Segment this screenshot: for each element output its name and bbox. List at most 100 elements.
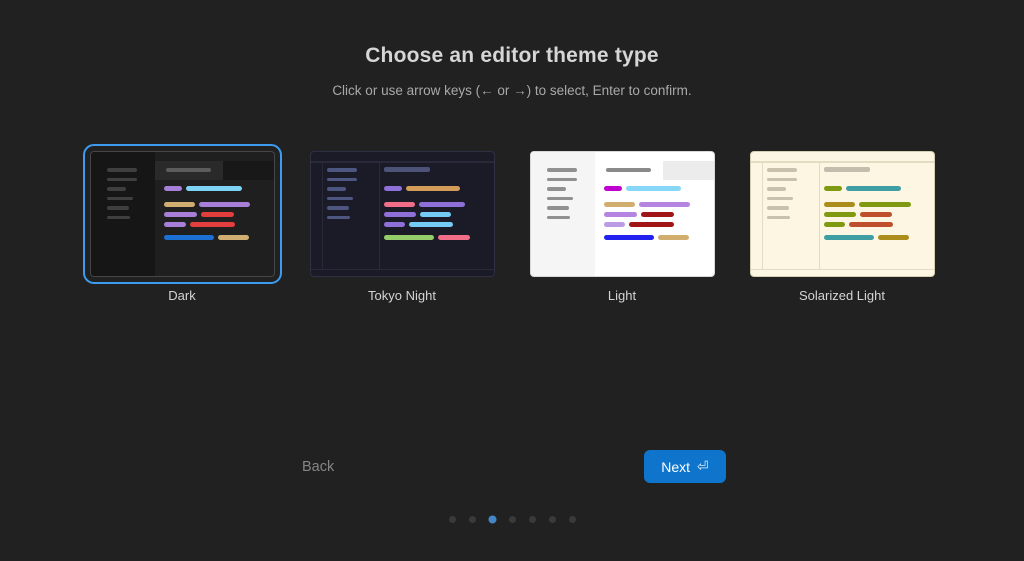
thumb-activitybar-divider <box>321 161 323 270</box>
thumb-sidebar-line <box>546 177 577 181</box>
thumb-code-line <box>603 212 637 217</box>
thumb-code-line <box>163 212 197 217</box>
thumb-code-line <box>626 185 681 191</box>
theme-thumbnail <box>89 151 275 277</box>
thumb-breadcrumb-line <box>823 167 870 172</box>
thumb-sidebar-line <box>106 196 133 200</box>
thumb-tab-line <box>165 167 211 172</box>
thumb-statusbar-divider <box>310 268 494 270</box>
theme-label: Solarized Light <box>799 288 885 303</box>
thumb-code-line <box>846 185 901 191</box>
thumb-sidebar-line <box>326 215 350 219</box>
pagination-dot-6[interactable] <box>548 516 556 523</box>
thumb-code-line <box>163 202 195 207</box>
instructions-text: Click or use arrow keys (← or →) to sele… <box>332 83 692 98</box>
thumb-sidebar-line <box>766 177 797 181</box>
thumb-statusbar-divider <box>750 268 934 270</box>
thumb-code-line <box>823 212 856 217</box>
thumb-sidebar-line <box>546 206 569 210</box>
theme-card-light[interactable]: Light <box>529 151 715 303</box>
thumb-code-line <box>199 202 250 207</box>
thumb-sidebar-line <box>546 215 570 219</box>
thumb-code-line <box>186 185 242 191</box>
pagination-dot-4[interactable] <box>508 516 516 523</box>
pagination-dot-5[interactable] <box>528 516 536 523</box>
thumb-code-line <box>629 222 674 227</box>
theme-card-tokyo-night[interactable]: Tokyo Night <box>309 151 495 303</box>
thumb-code-line <box>383 222 405 227</box>
thumb-code-line <box>641 212 674 217</box>
thumb-sidebar-line <box>106 206 129 210</box>
thumb-code-line <box>823 222 845 227</box>
pagination-dot-3[interactable] <box>487 515 497 524</box>
thumb-code-line <box>860 212 892 217</box>
back-button[interactable]: Back <box>298 459 338 475</box>
thumb-sidebar-line <box>766 215 790 219</box>
thumb-sidebar-line <box>546 168 577 172</box>
pagination-dot-1[interactable] <box>448 516 456 523</box>
thumb-activitybar-divider <box>761 161 763 270</box>
thumb-code-line <box>438 235 470 240</box>
thumb-sidebar-line <box>326 177 357 181</box>
thumb-code-line <box>859 202 911 207</box>
theme-label: Tokyo Night <box>368 288 436 303</box>
thumb-sidebar-line <box>766 206 789 210</box>
thumb-code-line <box>201 212 234 217</box>
next-button[interactable]: Next ⏎ <box>644 450 726 483</box>
thumb-code-line <box>383 185 402 191</box>
thumb-sidebar-line <box>766 168 797 172</box>
thumb-code-line <box>420 212 451 217</box>
thumb-tab-line <box>605 167 651 172</box>
thumb-code-line <box>823 235 874 240</box>
thumb-sidebar-line <box>106 187 126 191</box>
theme-thumbnail <box>309 151 495 277</box>
thumb-sidebar-line <box>546 196 573 200</box>
theme-options: Dark Tokyo Night Light Solarized Light <box>0 144 1024 303</box>
thumb-sidebar-line <box>766 187 786 191</box>
thumb-sidebar-line <box>106 215 130 219</box>
theme-card-solarized-light[interactable]: Solarized Light <box>749 151 935 303</box>
thumb-code-line <box>383 212 416 217</box>
thumb-titlebar-divider <box>310 161 494 163</box>
pagination-dot-7[interactable] <box>568 516 576 523</box>
thumb-sidebar-divider <box>378 161 380 270</box>
thumb-code-line <box>409 222 453 227</box>
thumb-code-line <box>163 185 182 191</box>
thumb-sidebar-line <box>766 196 793 200</box>
theme-label: Dark <box>168 288 196 303</box>
pagination <box>0 515 1024 524</box>
thumb-code-line <box>658 235 689 240</box>
theme-thumbnail <box>749 151 935 277</box>
thumb-code-line <box>419 202 465 207</box>
theme-label: Light <box>607 288 637 303</box>
thumb-code-line <box>823 185 842 191</box>
thumb-code-line <box>603 222 625 227</box>
thumb-code-line <box>878 235 909 240</box>
return-key-icon: ⏎ <box>697 458 709 474</box>
thumb-sidebar-line <box>326 196 353 200</box>
thumb-code-line <box>406 185 460 191</box>
thumb-code-line <box>849 222 893 227</box>
thumb-sidebar-line <box>326 187 346 191</box>
footer: Back Next ⏎ <box>298 450 726 483</box>
thumb-code-line <box>383 202 415 207</box>
thumb-code-line <box>603 235 654 240</box>
thumb-sidebar-line <box>326 168 357 172</box>
pagination-dot-2[interactable] <box>468 516 476 523</box>
theme-thumbnail <box>529 151 715 277</box>
thumb-sidebar-divider <box>818 161 820 270</box>
thumb-code-line <box>603 185 622 191</box>
thumb-code-line <box>190 222 235 227</box>
next-button-label: Next <box>661 458 691 475</box>
thumb-titlebar-divider <box>750 161 934 163</box>
thumb-code-line <box>603 202 635 207</box>
thumb-code-line <box>823 202 855 207</box>
thumb-breadcrumb-line <box>383 167 430 172</box>
thumb-sidebar-line <box>326 206 349 210</box>
theme-card-dark[interactable]: Dark <box>82 144 282 303</box>
thumb-code-line <box>218 235 249 240</box>
thumb-code-line <box>163 235 214 240</box>
thumb-sidebar-line <box>546 187 566 191</box>
thumb-code-line <box>639 202 690 207</box>
thumb-code-line <box>163 222 186 227</box>
